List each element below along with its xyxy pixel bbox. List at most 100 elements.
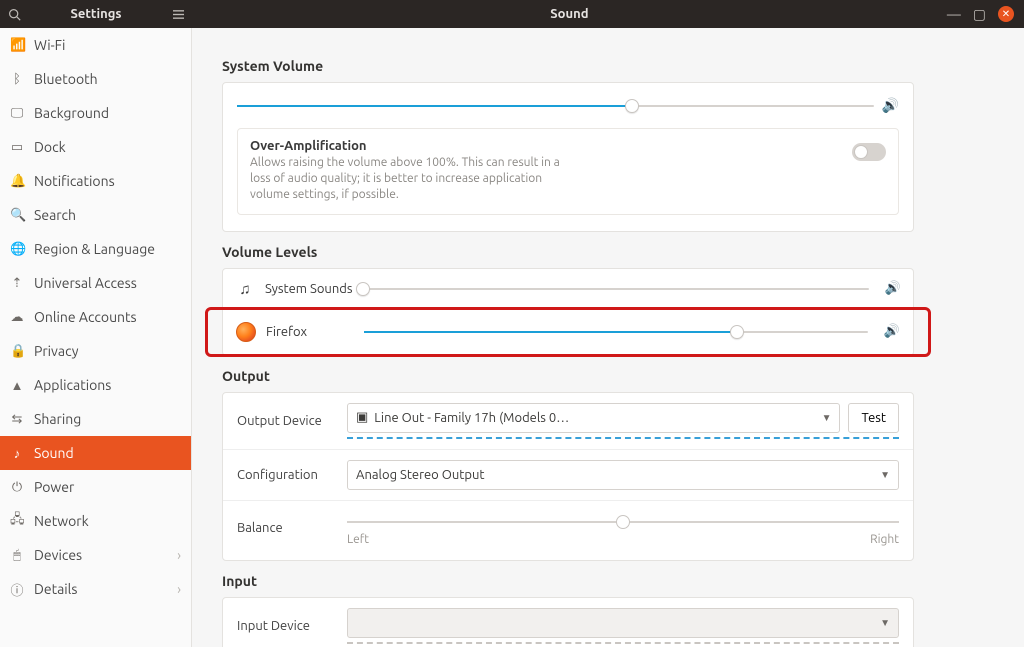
sidebar-item-power[interactable]: ⏻ Power [0, 470, 191, 504]
hamburger-icon[interactable] [164, 9, 192, 20]
sidebar-item-search[interactable]: 🔍 Search [0, 198, 191, 232]
sidebar-item-label: Sound [34, 445, 74, 461]
sidebar-item-label: Details [34, 581, 77, 597]
app-title: Settings [28, 7, 164, 21]
over-amplification-row: Over-Amplification Allows raising the vo… [237, 128, 899, 215]
volume-levels-card: ♫ System Sounds 🔊 Firefox 🔊 [222, 268, 914, 356]
sidebar: 📶 Wi-Fi ᛒ Bluetooth 🖵 Background ▭Dock 🔔 Notific… [0, 28, 192, 647]
output-config-select[interactable]: Analog Stereo Output ▼ [347, 460, 899, 490]
speaker-icon[interactable]: 🔊 [874, 97, 899, 114]
balance-left-label: Left [347, 533, 369, 546]
sidebar-item-label: Search [34, 207, 76, 223]
app-volume-slider[interactable] [364, 325, 868, 339]
over-amp-description: Allows raising the volume above 100%. Th… [250, 155, 580, 204]
speaker-icon[interactable]: 🔊 [879, 281, 901, 296]
search-icon[interactable] [0, 8, 28, 21]
music-icon: ♫ [235, 279, 255, 299]
input-level-meter [347, 642, 899, 644]
sidebar-item-background[interactable]: 🖵 Background [0, 96, 191, 130]
sidebar-item-region-language[interactable]: 🌐 Region & Language [0, 232, 191, 266]
apps-icon: ▲ [10, 378, 24, 393]
sidebar-item-label: Region & Language [34, 241, 155, 257]
sidebar-item-bluetooth[interactable]: ᛒ Bluetooth [0, 62, 191, 96]
firefox-icon [236, 322, 256, 342]
output-level-meter [347, 437, 899, 439]
output-device-select[interactable]: ▣Line Out - Family 17h (Models 0… ▼ [347, 403, 840, 433]
page-title: Sound [192, 7, 947, 21]
sidebar-item-privacy[interactable]: 🔒 Privacy [0, 334, 191, 368]
sidebar-item-dock[interactable]: ▭Dock [0, 130, 191, 164]
devices-icon: 🖱 [10, 548, 24, 563]
output-card: Output Device ▣Line Out - Family 17h (Mo… [222, 392, 914, 561]
section-heading-input: Input [222, 573, 914, 589]
chevron-down-icon: ▼ [880, 617, 890, 629]
search-icon: 🔍 [10, 208, 24, 223]
chevron-down-icon: ▼ [880, 469, 890, 481]
sidebar-item-sound[interactable]: ♪ Sound [0, 436, 191, 470]
power-icon: ⏻ [10, 480, 24, 495]
titlebar: Settings Sound — ▢ ✕ [0, 0, 1024, 28]
sidebar-item-universal-access[interactable]: ⇡ Universal Access [0, 266, 191, 300]
window-maximize-button[interactable]: ▢ [973, 6, 986, 23]
sidebar-item-notifications[interactable]: 🔔 Notifications [0, 164, 191, 198]
section-heading-output: Output [222, 368, 914, 384]
bluetooth-icon: ᛒ [10, 72, 24, 86]
section-heading-system-volume: System Volume [222, 58, 914, 74]
sidebar-item-wi-fi[interactable]: 📶 Wi-Fi [0, 28, 191, 62]
sidebar-item-label: Bluetooth [34, 71, 98, 87]
sidebar-item-details[interactable]: ⓘ Details › [0, 572, 191, 606]
sidebar-item-label: Devices [34, 547, 82, 563]
sidebar-item-network[interactable]: 🖧 Network [0, 504, 191, 538]
lock-icon: 🔒 [10, 344, 24, 359]
app-volume-slider[interactable] [363, 282, 869, 296]
system-volume-slider[interactable] [237, 99, 874, 113]
sidebar-item-applications[interactable]: ▲Applications [0, 368, 191, 402]
chevron-right-icon: › [177, 547, 181, 563]
sidebar-item-label: Dock [34, 139, 66, 155]
background-icon: 🖵 [10, 106, 24, 121]
input-device-label: Input Device [237, 619, 347, 633]
system-volume-card: 🔊 Over-Amplification Allows raising the … [222, 82, 914, 232]
window-minimize-button[interactable]: — [947, 6, 961, 22]
highlighted-app-row: Firefox 🔊 [205, 307, 931, 357]
app-volume-name: Firefox [266, 325, 354, 339]
input-card: Input Device ▼ Configuration [222, 597, 914, 647]
main-content: System Volume 🔊 Over-Amplification Allow… [192, 28, 1024, 647]
share-icon: ⇆ [10, 412, 24, 427]
over-amp-toggle[interactable] [852, 143, 886, 161]
sidebar-item-sharing[interactable]: ⇆ Sharing [0, 402, 191, 436]
window-close-button[interactable]: ✕ [998, 6, 1014, 22]
balance-right-label: Right [870, 533, 899, 546]
output-config-label: Configuration [237, 468, 347, 482]
test-button[interactable]: Test [848, 403, 899, 433]
chevron-down-icon: ▼ [822, 412, 832, 424]
sidebar-item-label: Notifications [34, 173, 115, 189]
sidebar-item-online-accounts[interactable]: ☁Online Accounts [0, 300, 191, 334]
section-heading-volume-levels: Volume Levels [222, 244, 914, 260]
sidebar-item-label: Wi-Fi [34, 37, 65, 53]
over-amp-title: Over-Amplification [250, 139, 580, 153]
info-icon: ⓘ [10, 580, 24, 599]
sidebar-item-label: Privacy [34, 343, 78, 359]
wifi-icon: 📶 [10, 38, 24, 53]
input-device-select[interactable]: ▼ [347, 608, 899, 638]
sidebar-item-devices[interactable]: 🖱 Devices › [0, 538, 191, 572]
globe-icon: 🌐 [10, 242, 24, 257]
output-device-label: Output Device [237, 414, 347, 428]
sidebar-item-label: Background [34, 105, 109, 121]
sidebar-item-label: Online Accounts [34, 309, 137, 325]
balance-slider[interactable] [347, 515, 899, 529]
access-icon: ⇡ [10, 276, 24, 291]
sidebar-item-label: Universal Access [34, 275, 137, 291]
sound-icon: ♪ [10, 446, 24, 461]
output-config-value: Analog Stereo Output [356, 468, 485, 482]
chevron-right-icon: › [177, 581, 181, 597]
sidebar-item-label: Network [34, 513, 89, 529]
speaker-icon[interactable]: 🔊 [878, 324, 900, 339]
sidebar-item-label: Power [34, 479, 74, 495]
sidebar-item-label: Sharing [34, 411, 81, 427]
output-device-value: Line Out - Family 17h (Models 0… [374, 411, 569, 425]
bell-icon: 🔔 [10, 174, 24, 189]
app-volume-name: System Sounds [265, 282, 353, 296]
network-icon: 🖧 [10, 510, 24, 532]
